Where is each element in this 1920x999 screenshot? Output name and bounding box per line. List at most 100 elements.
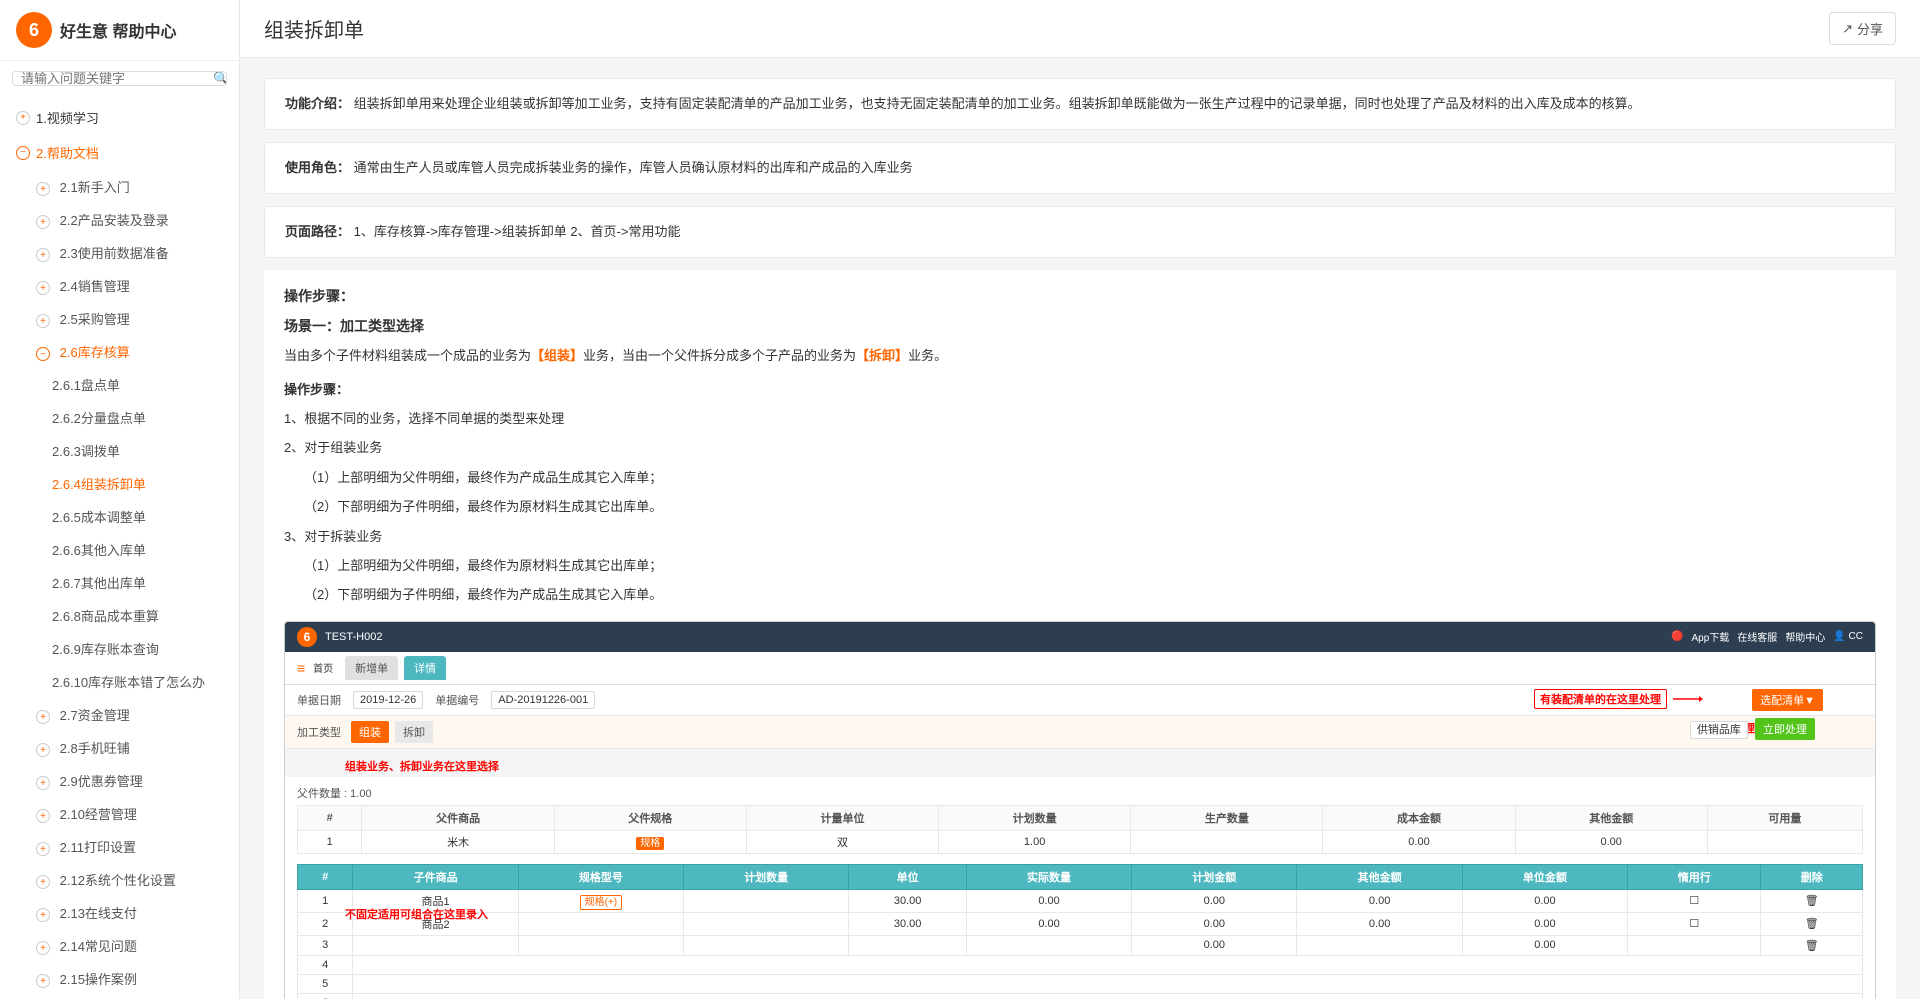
logo-title: 好生意 帮助中心 — [60, 18, 176, 42]
step-1: 1、根据不同的业务，选择不同单据的类型来处理 — [284, 407, 1876, 430]
step-3: 3、对于拆装业务 — [284, 525, 1876, 548]
sidebar-item-2-6-9[interactable]: 2.6.9库存账本查询 — [0, 632, 239, 665]
sidebar-item-2-2[interactable]: + 2.2产品安装及登录 — [0, 203, 239, 236]
plus-icon-2-7: + — [36, 710, 50, 724]
sidebar-item-2-4[interactable]: + 2.4销售管理 — [0, 269, 239, 302]
sidebar-item-2-6-2[interactable]: 2.6.2分量盘点单 — [0, 401, 239, 434]
path-box: 页面路径： 1、库存核算->库存管理->组装拆卸单 2、首页->常用功能 — [264, 206, 1896, 258]
mock-sub-row-3: 3 0.00 0.00 🗑 — [298, 935, 1863, 955]
mock-form-header: 单据日期 2019-12-26 单据编号 AD-20191226-001 有装配… — [285, 685, 1875, 716]
sidebar-item-2-9[interactable]: + 2.9优惠券管理 — [0, 764, 239, 797]
annotation-fill: 不固定适用可组合在这里录入 — [345, 906, 488, 922]
search-box[interactable]: 🔍 — [12, 71, 227, 86]
search-input[interactable] — [13, 71, 205, 86]
page-title: 组装拆卸单 — [264, 14, 364, 43]
sidebar-item-video[interactable]: + 1.视频学习 — [0, 100, 239, 135]
text-zuzhuang: 【组装】 — [531, 348, 583, 363]
mock-left-nav: ≡ 首页 — [297, 660, 339, 676]
sidebar-item-2-12[interactable]: + 2.12系统个性化设置 — [0, 863, 239, 896]
path-label: 页面路径： — [285, 224, 350, 239]
feature-intro-label: 功能介绍： — [285, 96, 350, 111]
mock-parent-row-1: 1 米木 规格 双 1.00 0.00 0.00 — [298, 830, 1863, 853]
scenario-1-title: 场景一：加工类型选择 — [284, 316, 1876, 336]
mock-type-btns: 组装 拆卸 — [351, 721, 433, 743]
share-icon: ↗ — [1842, 21, 1853, 37]
mock-type-row: 加工类型 组装 拆卸 组装业务、拆卸业务在这里选择 启用处理 供销品库 立即处理 — [285, 716, 1875, 749]
sidebar-item-2-6[interactable]: − 2.6库存核算 — [0, 335, 239, 368]
mock-logo: 6 — [297, 627, 317, 647]
mock-title: TEST-H002 — [325, 631, 382, 643]
plus-icon-2-11: + — [36, 842, 50, 856]
mock-parent-table: # 父件商品 父件规格 计量单位 计划数量 生产数量 成本金额 其他金额 可用量 — [297, 805, 1863, 854]
search-button[interactable]: 🔍 — [205, 71, 227, 86]
role-label: 使用角色： — [285, 160, 350, 175]
plus-icon-2-1: + — [36, 182, 50, 196]
mock-type-zuzhuang[interactable]: 组装 — [351, 721, 389, 743]
sidebar-item-2-6-7[interactable]: 2.6.7其他出库单 — [0, 566, 239, 599]
sidebar-item-2-10[interactable]: + 2.10经营管理 — [0, 797, 239, 830]
plus-icon-2-10: + — [36, 809, 50, 823]
arrow-right-icon — [1673, 693, 1703, 705]
sidebar-item-2-6-3[interactable]: 2.6.3调拨单 — [0, 434, 239, 467]
sidebar-item-2-6-4[interactable]: 2.6.4组装拆卸单 — [0, 467, 239, 500]
mock-sub-row-6: 6 — [298, 993, 1863, 999]
share-label: 分享 — [1857, 19, 1883, 38]
role-text: 通常由生产人员或库管人员完成拆装业务的操作，库管人员确认原材料的出库和产成品的入… — [354, 160, 913, 175]
sidebar-item-2-11[interactable]: + 2.11打印设置 — [0, 830, 239, 863]
text-chaixie: 【拆卸】 — [856, 348, 908, 363]
sidebar-item-video-label: 1.视频学习 — [36, 108, 99, 127]
mock-sub-row-5: 5 — [298, 974, 1863, 993]
sidebar-item-2-6-6[interactable]: 2.6.6其他入库单 — [0, 533, 239, 566]
sidebar-item-2-8[interactable]: + 2.8手机旺铺 — [0, 731, 239, 764]
step-2-1: （1）上部明细为父件明细，最终作为产成品生成其它入库单； — [284, 466, 1876, 489]
mock-header-right: 🔴 App下载 在线客服 帮助中心 👤 CC — [1671, 629, 1863, 644]
mock-choose-btn-area: 选配清单▼ — [1752, 689, 1823, 711]
plus-icon-2-8: + — [36, 743, 50, 757]
step-3-1: （1）上部明细为父件明细，最终作为原材料生成其它出库单； — [284, 554, 1876, 577]
plus-icon-2-2: + — [36, 215, 50, 229]
sidebar-item-2-6-5[interactable]: 2.6.5成本调整单 — [0, 500, 239, 533]
mock-tab-new[interactable]: 新增单 — [345, 656, 398, 680]
plus-icon-2-9: + — [36, 776, 50, 790]
sidebar-item-2-6-10[interactable]: 2.6.10库存账本错了怎么办 — [0, 665, 239, 698]
mock-confirm-btn[interactable]: 立即处理 — [1755, 718, 1815, 740]
annotation-type-area: 有装配清单的在这里处理 — [1534, 689, 1703, 709]
plus-icon-2-4: + — [36, 281, 50, 295]
step-3-2: （2）下部明细为子件明细，最终作为产成品生成其它入库单。 — [284, 583, 1876, 606]
path-text: 1、库存核算->库存管理->组装拆卸单 2、首页->常用功能 — [354, 224, 681, 239]
sidebar-item-2-13[interactable]: + 2.13在线支付 — [0, 896, 239, 929]
sidebar-item-help[interactable]: − 2.帮助文档 — [0, 135, 239, 170]
feature-intro-box: 功能介绍： 组装拆卸单用来处理企业组装或拆卸等加工业务，支持有固定装配清单的产品… — [264, 78, 1896, 130]
mock-enable-input-area: 供销品库 立即处理 — [1690, 718, 1815, 740]
logo-icon: 6 — [16, 12, 52, 48]
mock-sub-table-area: 不固定适用可组合在这里录入 # 子件商品 规格型号 计划数量 单位 实际数量 计… — [285, 856, 1875, 999]
mock-tabs-row: ≡ 首页 新增单 详情 — [285, 652, 1875, 685]
sidebar-item-2-6-8[interactable]: 2.6.8商品成本重算 — [0, 599, 239, 632]
role-box: 使用角色： 通常由生产人员或库管人员完成拆装业务的操作，库管人员确认原材料的出库… — [264, 142, 1896, 194]
minus-icon-2-6: − — [36, 347, 50, 361]
plus-icon-2-14: + — [36, 941, 50, 955]
mock-screenshot: 6 TEST-H002 🔴 App下载 在线客服 帮助中心 👤 CC ≡ — [284, 621, 1876, 999]
sidebar-item-2-6-1[interactable]: 2.6.1盘点单 — [0, 368, 239, 401]
step-2-2: （2）下部明细为子件明细，最终作为原材料生成其它出库单。 — [284, 495, 1876, 518]
sidebar-item-2-1[interactable]: + 2.1新手入门 — [0, 170, 239, 203]
sidebar-item-2-7[interactable]: + 2.7资金管理 — [0, 698, 239, 731]
sidebar-item-2-3[interactable]: + 2.3使用前数据准备 — [0, 236, 239, 269]
mock-type-chaixie[interactable]: 拆卸 — [395, 721, 433, 743]
sidebar-item-2-15[interactable]: + 2.15操作案例 — [0, 962, 239, 995]
main-area: 组装拆卸单 ↗ 分享 功能介绍： 组装拆卸单用来处理企业组装或拆卸等加工业务，支… — [240, 0, 1920, 999]
share-button[interactable]: ↗ 分享 — [1829, 12, 1896, 45]
sidebar-item-help-label: 2.帮助文档 — [36, 143, 99, 162]
main-header: 组装拆卸单 ↗ 分享 — [240, 0, 1920, 58]
sidebar-item-2-14[interactable]: + 2.14常见问题 — [0, 929, 239, 962]
mock-tab-detail[interactable]: 详情 — [404, 656, 446, 680]
mock-choose-btn[interactable]: 选配清单▼ — [1752, 689, 1823, 711]
mock-order-value: AD-20191226-001 — [491, 691, 595, 709]
mock-sub-row-1: 1 商品1 规格(+) 30.00 0.00 0.00 0.00 0.00 ☐ — [298, 889, 1863, 912]
ops-section: 操作步骤： 场景一：加工类型选择 当由多个子件材料组装成一个成品的业务为【组装】… — [264, 270, 1896, 999]
mock-enable-input[interactable]: 供销品库 — [1690, 721, 1748, 739]
nav-section-main: + 1.视频学习 − 2.帮助文档 + 2.1新手入门 + 2.2产品安装及登录… — [0, 96, 239, 999]
sidebar-item-2-5[interactable]: + 2.5采购管理 — [0, 302, 239, 335]
sidebar-header: 6 好生意 帮助中心 — [0, 0, 239, 61]
mock-sub-table: # 子件商品 规格型号 计划数量 单位 实际数量 计划金额 其他金额 单位金额 … — [297, 864, 1863, 999]
